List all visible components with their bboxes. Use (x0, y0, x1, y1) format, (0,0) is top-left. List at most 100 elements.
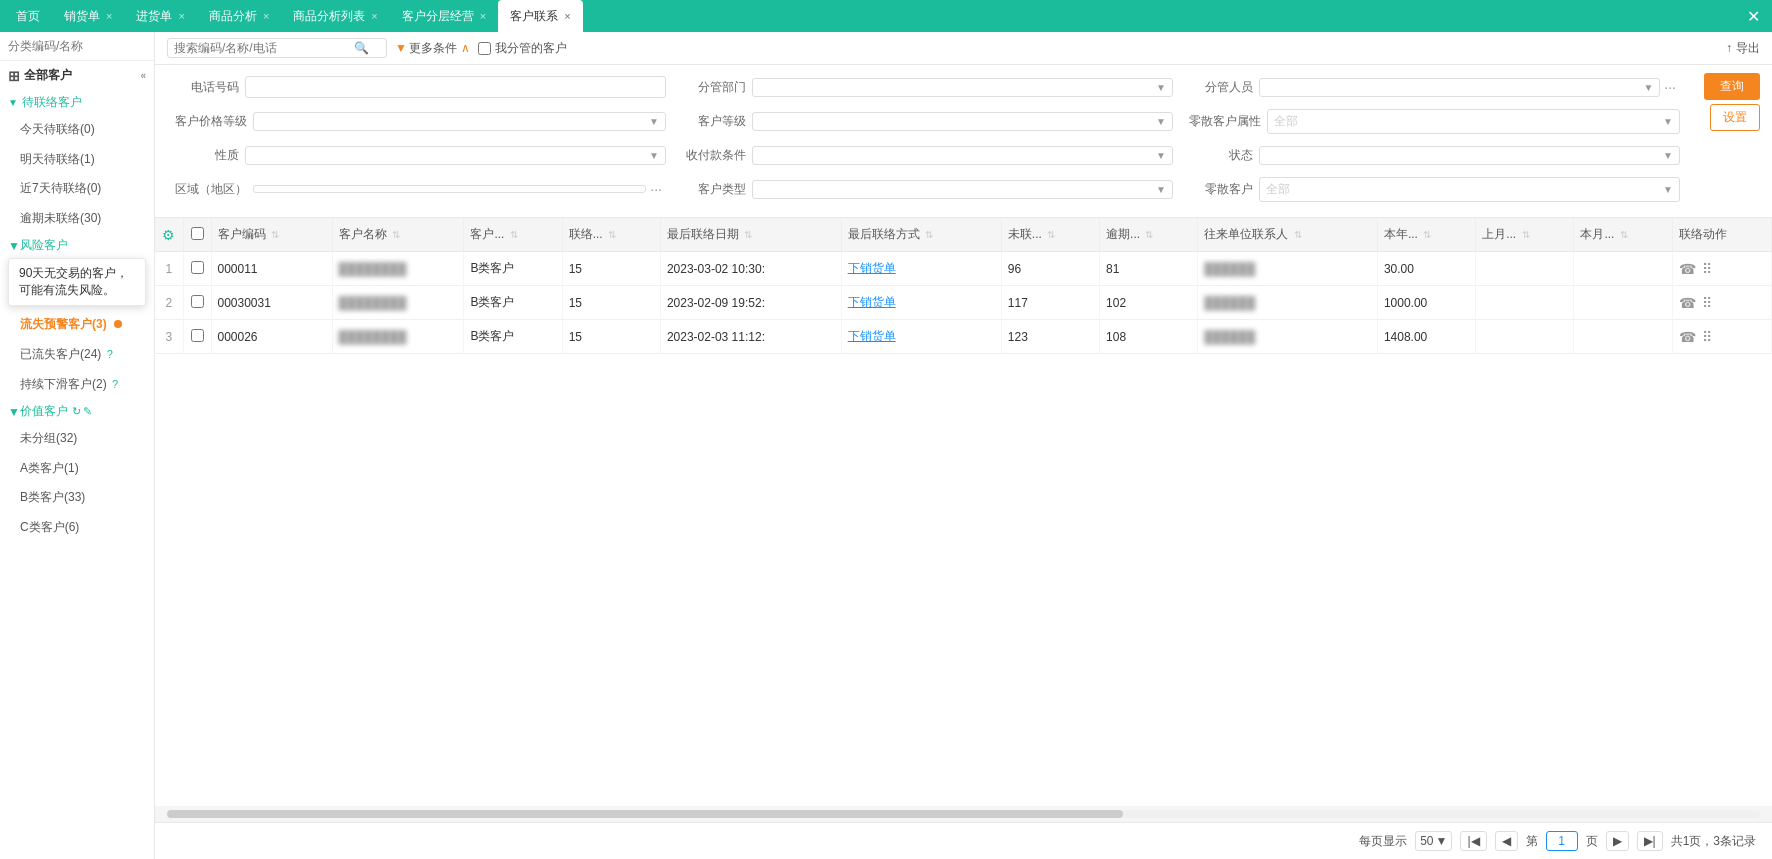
row-checkbox-2[interactable] (183, 320, 211, 354)
value-group-refresh[interactable]: ↻ (72, 405, 81, 418)
cust-grade-select[interactable]: ▼ (752, 112, 1173, 131)
tab-purchase-close[interactable]: × (178, 10, 184, 22)
tab-analysis[interactable]: 商品分析 × (197, 0, 281, 32)
cust-type-select[interactable]: ▼ (752, 180, 1173, 199)
more-action-icon-1[interactable]: ⠿ (1702, 295, 1712, 311)
sidebar-item-ungrouped[interactable]: 未分组(32) (0, 424, 154, 454)
my-customers-check[interactable]: 我分管的客户 (478, 40, 567, 57)
table-row: 1 000011 ████████ B类客户 15 2023-03-02 10:… (155, 252, 1772, 286)
sidebar-item-class-b[interactable]: B类客户(33) (0, 483, 154, 513)
row-last-method-0[interactable]: 下销货单 (841, 252, 1001, 286)
tab-customer-contact-close[interactable]: × (564, 10, 570, 22)
sidebar-item-today-pending[interactable]: 今天待联络(0) (0, 115, 154, 145)
contact-action-icon-0[interactable]: ☎ (1679, 261, 1696, 277)
tab-analysis-list[interactable]: 商品分析列表 × (281, 0, 389, 32)
sort-annual[interactable]: ⇅ (1423, 229, 1431, 240)
horizontal-scrollbar[interactable] (167, 810, 1760, 818)
sort-last-month[interactable]: ⇅ (1522, 229, 1530, 240)
scrollbar-thumb[interactable] (167, 810, 1123, 818)
tab-customer-tier-close[interactable]: × (480, 10, 486, 22)
nature-select[interactable]: ▼ (245, 146, 666, 165)
last-page-btn[interactable]: ▶| (1637, 831, 1663, 851)
sidebar-item-tomorrow-pending[interactable]: 明天待联络(1) (0, 145, 154, 175)
query-button[interactable]: 查询 (1704, 73, 1760, 100)
sort-name[interactable]: ⇅ (392, 229, 400, 240)
sidebar-all-customers[interactable]: ⊞ 全部客户 « (0, 61, 154, 90)
tab-sales[interactable]: 销货单 × (52, 0, 124, 32)
row-last-method-2[interactable]: 下销货单 (841, 320, 1001, 354)
sidebar-item-churned[interactable]: 已流失客户(24) ? (0, 340, 154, 370)
sidebar-item-class-c[interactable]: C类客户(6) (0, 513, 154, 543)
window-close-button[interactable]: ✕ (1739, 7, 1768, 26)
sidebar-group-pending[interactable]: ▼ 待联络客户 (0, 90, 154, 115)
tab-sales-close[interactable]: × (106, 10, 112, 22)
select-all-checkbox[interactable] (191, 227, 204, 240)
sort-unit-contacts[interactable]: ⇅ (1294, 229, 1302, 240)
tab-analysis-list-close[interactable]: × (371, 10, 377, 22)
row-uncontacted-1: 117 (1001, 286, 1099, 320)
manager-more-btn[interactable]: ··· (1660, 79, 1680, 95)
sidebar-group-risk[interactable]: ▼ 风险客户 (0, 233, 154, 258)
sort-type[interactable]: ⇅ (510, 229, 518, 240)
page-number-input[interactable] (1546, 831, 1578, 851)
sidebar-search-input[interactable] (8, 39, 155, 53)
sort-last-method[interactable]: ⇅ (925, 229, 933, 240)
sort-overdue[interactable]: ⇅ (1145, 229, 1153, 240)
my-customers-checkbox[interactable] (478, 42, 491, 55)
next-page-btn[interactable]: ▶ (1606, 831, 1629, 851)
sidebar-item-churn-warning[interactable]: 流失预警客户(3) (0, 310, 154, 340)
tab-home[interactable]: 首页 (4, 0, 52, 32)
row-checkbox-1[interactable] (183, 286, 211, 320)
row-overdue-1: 102 (1100, 286, 1198, 320)
row-actions-2: ☎ ⠿ (1672, 320, 1771, 354)
sidebar-group-value[interactable]: ▼ 价值客户 ↻ ✎ (0, 399, 154, 424)
first-page-btn[interactable]: |◀ (1460, 831, 1486, 851)
row-checkbox-0[interactable] (183, 252, 211, 286)
region-label: 区域（地区） (175, 181, 253, 198)
sort-last-date[interactable]: ⇅ (744, 229, 752, 240)
value-group-edit[interactable]: ✎ (83, 405, 92, 418)
sidebar: 🔍 ⊞ 全部客户 « ▼ 待联络客户 今天待联络(0) 明天待联络(1) 近7天… (0, 32, 155, 859)
sort-contacts[interactable]: ⇅ (608, 229, 616, 240)
search-input-wrap[interactable]: 🔍 (167, 38, 387, 58)
th-actions: 联络动作 (1672, 218, 1771, 252)
churned-help-icon: ? (107, 348, 113, 360)
sidebar-item-7day-pending[interactable]: 近7天待联络(0) (0, 174, 154, 204)
settings-icon[interactable]: ⚙ (162, 227, 175, 243)
sort-uncontacted[interactable]: ⇅ (1047, 229, 1055, 240)
page-size-select[interactable]: 50 ▼ (1415, 831, 1452, 851)
tab-customer-contact[interactable]: 客户联系 × (498, 0, 582, 32)
cust-type-arrow: ▼ (1156, 184, 1166, 195)
dept-select[interactable]: ▼ (752, 78, 1173, 97)
settings-button[interactable]: 设置 (1710, 104, 1760, 131)
manager-select[interactable]: ▼ (1259, 78, 1660, 97)
sidebar-collapse-icon[interactable]: « (140, 70, 146, 81)
more-action-icon-0[interactable]: ⠿ (1702, 261, 1712, 277)
tab-analysis-close[interactable]: × (263, 10, 269, 22)
contact-action-icon-2[interactable]: ☎ (1679, 329, 1696, 345)
row-type-2: B类客户 (464, 320, 562, 354)
more-conditions-btn[interactable]: ▼ 更多条件 ∧ (395, 40, 470, 57)
region-select[interactable] (253, 185, 646, 193)
region-more-btn[interactable]: ··· (646, 181, 666, 197)
export-button[interactable]: ↑ 导出 (1726, 40, 1760, 57)
sort-code[interactable]: ⇅ (271, 229, 279, 240)
sidebar-item-overdue-pending[interactable]: 逾期未联络(30) (0, 204, 154, 234)
phone-input[interactable] (245, 76, 666, 98)
sort-this-month[interactable]: ⇅ (1620, 229, 1628, 240)
prev-page-btn[interactable]: ◀ (1495, 831, 1518, 851)
contact-action-icon-1[interactable]: ☎ (1679, 295, 1696, 311)
retail-attr-select[interactable]: 全部 ▼ (1267, 109, 1680, 134)
price-grade-select[interactable]: ▼ (253, 112, 666, 131)
tab-purchase[interactable]: 进货单 × (124, 0, 196, 32)
sidebar-item-class-a[interactable]: A类客户(1) (0, 454, 154, 484)
more-action-icon-2[interactable]: ⠿ (1702, 329, 1712, 345)
status-select[interactable]: ▼ (1259, 146, 1680, 165)
sidebar-item-declining[interactable]: 持续下滑客户(2) ? (0, 370, 154, 400)
payment-select[interactable]: ▼ (752, 146, 1173, 165)
search-input[interactable] (174, 41, 354, 55)
tab-customer-tier[interactable]: 客户分层经营 × (390, 0, 498, 32)
row-last-method-1[interactable]: 下销货单 (841, 286, 1001, 320)
retail-cust-select[interactable]: 全部 ▼ (1259, 177, 1680, 202)
retail-cust-arrow: ▼ (1663, 184, 1673, 195)
